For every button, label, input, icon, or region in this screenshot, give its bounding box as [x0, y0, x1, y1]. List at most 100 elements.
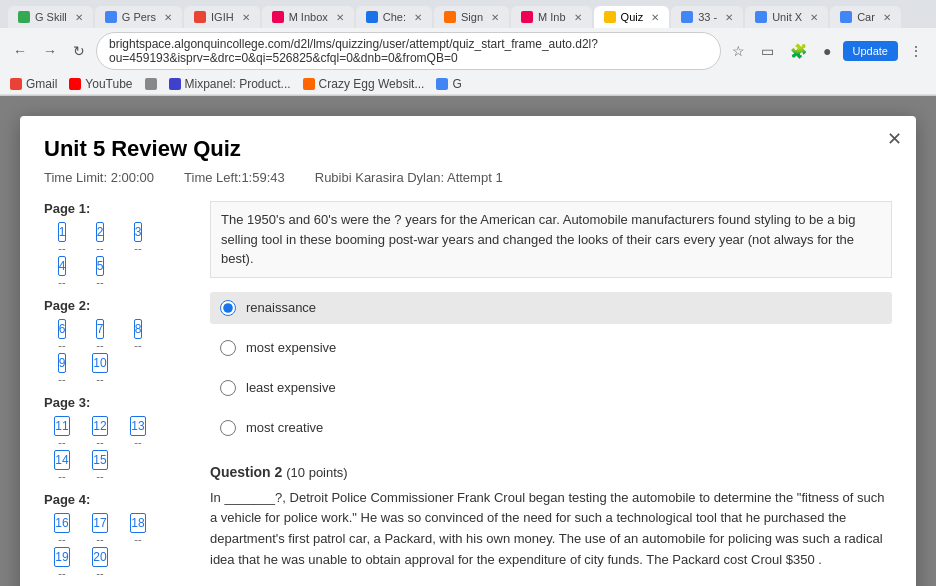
question-6-btn[interactable]: 6	[58, 319, 67, 339]
close-icon[interactable]: ✕	[414, 12, 422, 23]
quiz-content: The 1950's and 60's were the ? years for…	[210, 201, 892, 586]
tab-inbox1[interactable]: M Inbox ✕	[262, 6, 354, 28]
tab-igih[interactable]: IGIH ✕	[184, 6, 260, 28]
question-4-btn[interactable]: 4	[58, 256, 67, 276]
num-item-6: 6 --	[44, 319, 80, 351]
update-button[interactable]: Update	[843, 41, 898, 61]
question-14-btn[interactable]: 14	[54, 450, 69, 470]
tab-label: G Skill	[35, 11, 67, 23]
question-5-btn[interactable]: 5	[96, 256, 105, 276]
bookmark-favicon	[303, 78, 315, 90]
nav-bar: ← → ↻ brightspace.algonquincollege.com/d…	[0, 28, 936, 74]
q3-status: --	[134, 242, 141, 254]
question-18-btn[interactable]: 18	[130, 513, 145, 533]
close-icon[interactable]: ✕	[651, 12, 659, 23]
bookmark-mixpanel[interactable]: Mixpanel: Product...	[169, 77, 291, 91]
tab-favicon	[194, 11, 206, 23]
bookmark-icon1[interactable]	[145, 78, 157, 90]
tab-pers[interactable]: G Pers ✕	[95, 6, 182, 28]
q1-passage: The 1950's and 60's were the ? years for…	[210, 201, 892, 278]
tab-label: Unit X	[772, 11, 802, 23]
q1-status: --	[58, 242, 65, 254]
close-icon[interactable]: ✕	[242, 12, 250, 23]
cast-icon[interactable]: ▭	[756, 41, 779, 61]
q2-status: --	[96, 242, 103, 254]
question-11-btn[interactable]: 11	[54, 416, 69, 436]
q1-radio-renaissance[interactable]	[220, 300, 236, 316]
q11-status: --	[58, 436, 65, 448]
question-3-btn[interactable]: 3	[134, 222, 143, 242]
question-1-btn[interactable]: 1	[58, 222, 67, 242]
q1-radio-most-creative[interactable]	[220, 420, 236, 436]
question-12-btn[interactable]: 12	[92, 416, 107, 436]
bookmark-label: Mixpanel: Product...	[185, 77, 291, 91]
close-icon[interactable]: ✕	[725, 12, 733, 23]
address-bar[interactable]: brightspace.algonquincollege.com/d2l/lms…	[96, 32, 721, 70]
question-19-btn[interactable]: 19	[54, 547, 69, 567]
q1-option-least-expensive[interactable]: least expensive	[210, 372, 892, 404]
question-16-btn[interactable]: 16	[54, 513, 69, 533]
page-navigation: Page 1: 1 -- 2 -- 3 --	[44, 201, 194, 586]
bookmark-youtube[interactable]: YouTube	[69, 77, 132, 91]
close-icon[interactable]: ✕	[164, 12, 172, 23]
menu-icon[interactable]: ⋮	[904, 41, 928, 61]
question-9-btn[interactable]: 9	[58, 353, 67, 373]
profile-icon[interactable]: ●	[818, 41, 836, 61]
q4-status: --	[58, 276, 65, 288]
close-icon[interactable]: ✕	[883, 12, 891, 23]
q1-radio-most-expensive[interactable]	[220, 340, 236, 356]
tab-unit[interactable]: Unit X ✕	[745, 6, 828, 28]
tab-inbox2[interactable]: M Inb ✕	[511, 6, 592, 28]
question-17-btn[interactable]: 17	[92, 513, 107, 533]
question-7-btn[interactable]: 7	[96, 319, 105, 339]
extensions-icon[interactable]: 🧩	[785, 41, 812, 61]
tab-skill[interactable]: G Skill ✕	[8, 6, 93, 28]
num-item-19: 19 --	[44, 547, 80, 579]
num-item-7: 7 --	[82, 319, 118, 351]
bookmark-crazyegg[interactable]: Crazy Egg Websit...	[303, 77, 425, 91]
quiz-meta: Time Limit: 2:00:00 Time Left:1:59:43 Ru…	[44, 170, 892, 185]
quiz-body: Page 1: 1 -- 2 -- 3 --	[44, 201, 892, 586]
close-icon[interactable]: ✕	[336, 12, 344, 23]
tab-favicon	[444, 11, 456, 23]
q1-option-most-expensive[interactable]: most expensive	[210, 332, 892, 364]
num-item-13: 13 --	[120, 416, 156, 448]
tab-quiz[interactable]: Quiz ✕	[594, 6, 670, 28]
tab-sign[interactable]: Sign ✕	[434, 6, 509, 28]
tab-che[interactable]: Che: ✕	[356, 6, 432, 28]
close-icon[interactable]: ✕	[491, 12, 499, 23]
forward-button[interactable]: →	[38, 41, 62, 61]
question-20-btn[interactable]: 20	[92, 547, 107, 567]
bookmark-icon[interactable]: ☆	[727, 41, 750, 61]
bookmark-google[interactable]: G	[436, 77, 461, 91]
num-item-4: 4 --	[44, 256, 80, 288]
tab-label: IGIH	[211, 11, 234, 23]
close-icon[interactable]: ✕	[574, 12, 582, 23]
q1-option-renaissance[interactable]: renaissance	[210, 292, 892, 324]
question-2-btn[interactable]: 2	[96, 222, 105, 242]
tab-33[interactable]: 33 - ✕	[671, 6, 743, 28]
question-13-btn[interactable]: 13	[130, 416, 145, 436]
page-2-row-1: 6 -- 7 -- 8 --	[44, 319, 194, 351]
question-15-btn[interactable]: 15	[92, 450, 107, 470]
q1-option-most-creative[interactable]: most creative	[210, 412, 892, 444]
page-1-row-2: 4 -- 5 --	[44, 256, 194, 288]
browser-chrome: G Skill ✕ G Pers ✕ IGIH ✕ M Inbox ✕ Che:…	[0, 0, 936, 96]
question-8-btn[interactable]: 8	[134, 319, 143, 339]
close-modal-button[interactable]: ✕	[887, 128, 902, 150]
bookmark-label: Crazy Egg Websit...	[319, 77, 425, 91]
question-10-btn[interactable]: 10	[92, 353, 107, 373]
q1-radio-least-expensive[interactable]	[220, 380, 236, 396]
q13-status: --	[134, 436, 141, 448]
time-left: Time Left:1:59:43	[184, 170, 285, 185]
close-icon[interactable]: ✕	[810, 12, 818, 23]
tab-favicon	[105, 11, 117, 23]
reload-button[interactable]: ↻	[68, 41, 90, 61]
tab-favicon	[681, 11, 693, 23]
close-icon[interactable]: ✕	[75, 12, 83, 23]
q20-status: --	[96, 567, 103, 579]
tab-bar: G Skill ✕ G Pers ✕ IGIH ✕ M Inbox ✕ Che:…	[0, 0, 936, 28]
back-button[interactable]: ←	[8, 41, 32, 61]
bookmark-gmail[interactable]: Gmail	[10, 77, 57, 91]
tab-car[interactable]: Car ✕	[830, 6, 901, 28]
